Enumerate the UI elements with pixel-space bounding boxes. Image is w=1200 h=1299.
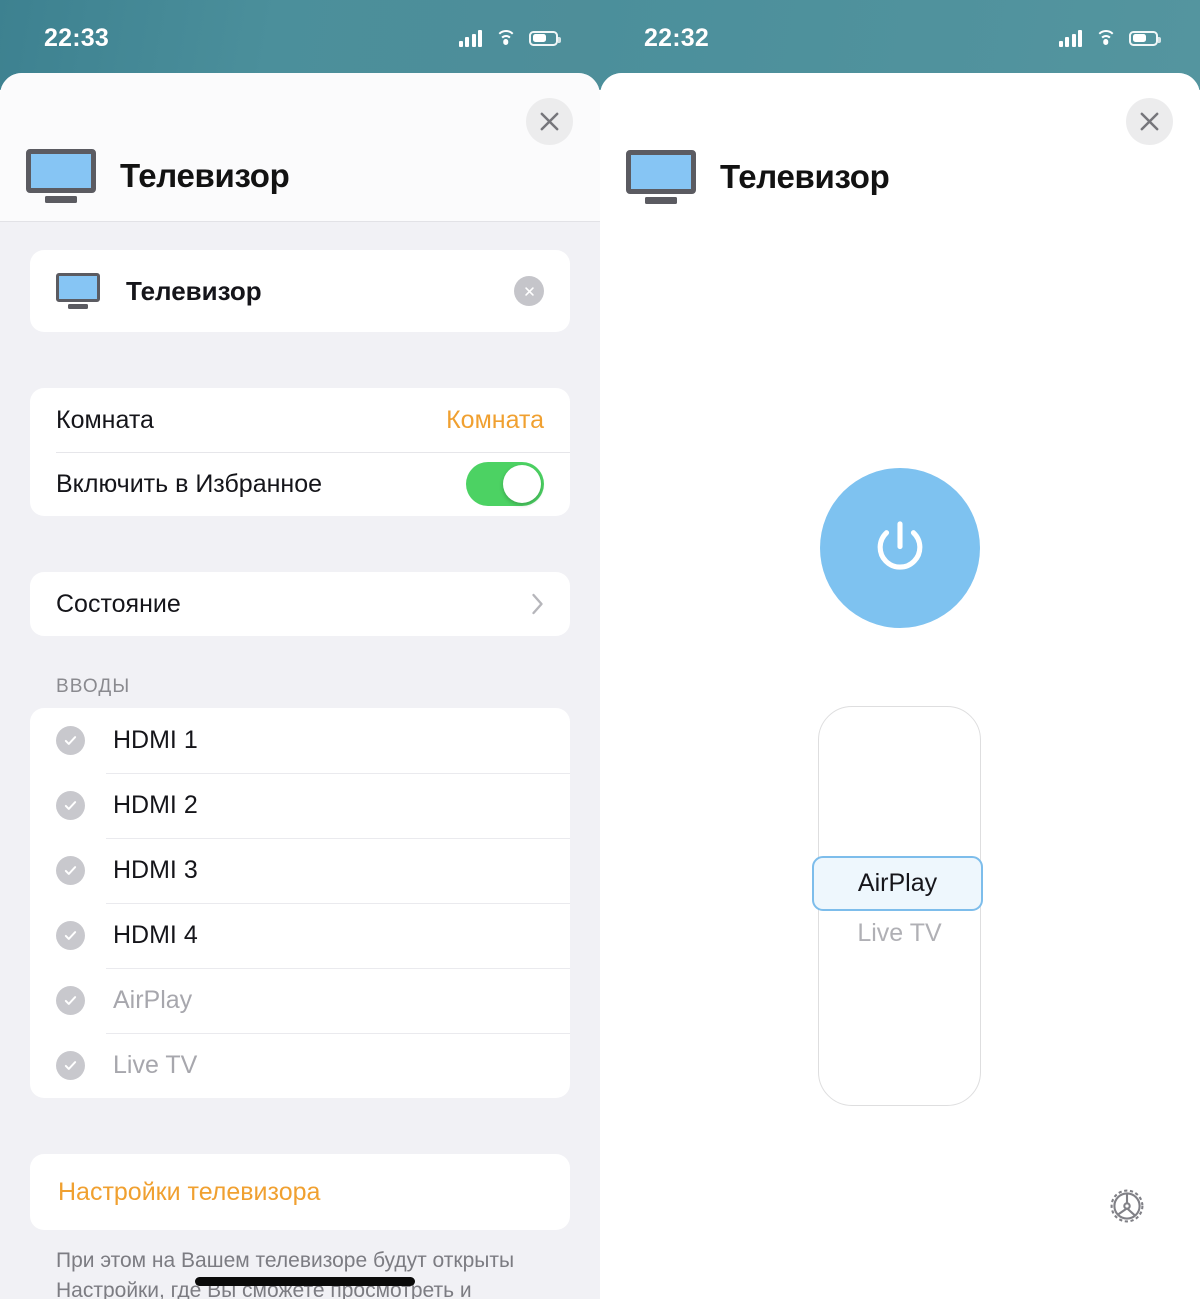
list-item-label: HDMI 2 bbox=[113, 791, 198, 819]
tv-settings-label: Настройки телевизора bbox=[58, 1177, 321, 1206]
status-icons bbox=[1058, 29, 1161, 47]
settings-list[interactable]: Телевизор Комната Комната Включить в Изб… bbox=[0, 222, 600, 1299]
inputs-card: HDMI 1 HDMI 2 HDMI 3 HDMI 4 AirPlay Live… bbox=[30, 708, 570, 1098]
power-icon bbox=[877, 521, 923, 570]
check-icon bbox=[56, 986, 85, 1015]
list-item-label: HDMI 3 bbox=[113, 856, 198, 884]
check-icon bbox=[56, 1051, 85, 1080]
close-button[interactable] bbox=[1126, 98, 1173, 145]
cellular-signal-icon bbox=[458, 29, 482, 47]
cellular-signal-icon bbox=[1058, 29, 1082, 47]
favorite-row[interactable]: Включить в Избранное bbox=[30, 452, 570, 516]
list-item[interactable]: HDMI 2 bbox=[30, 773, 570, 838]
close-icon bbox=[540, 112, 559, 131]
status-icons bbox=[458, 29, 561, 47]
dual-phone-screenshot: 22:33 Телевизор Телевизор Комната Комнат… bbox=[0, 0, 1200, 1299]
check-icon bbox=[56, 726, 85, 755]
list-item-label: HDMI 4 bbox=[113, 921, 198, 949]
device-name-field[interactable]: Телевизор bbox=[30, 250, 570, 332]
battery-icon bbox=[529, 30, 561, 46]
list-item[interactable]: HDMI 1 bbox=[30, 708, 570, 773]
close-button[interactable] bbox=[526, 98, 573, 145]
tv-icon bbox=[26, 149, 96, 203]
tv-icon bbox=[626, 150, 696, 204]
page-title: Телевизор bbox=[720, 158, 890, 195]
gear-icon bbox=[1110, 1189, 1144, 1223]
wifi-icon bbox=[495, 30, 516, 46]
room-favorite-card: Комната Комната Включить в Избранное bbox=[30, 388, 570, 516]
status-card: Состояние bbox=[30, 572, 570, 636]
sheet-header-right: Телевизор bbox=[600, 73, 1200, 222]
list-item[interactable]: HDMI 3 bbox=[30, 838, 570, 903]
room-value: Комната bbox=[446, 405, 544, 434]
status-row[interactable]: Состояние bbox=[30, 572, 570, 636]
favorite-toggle[interactable] bbox=[466, 462, 544, 506]
power-button[interactable] bbox=[820, 468, 980, 628]
status-label: Состояние bbox=[56, 589, 181, 618]
clear-icon[interactable] bbox=[514, 276, 544, 306]
battery-icon bbox=[1129, 30, 1161, 46]
settings-button[interactable] bbox=[1102, 1181, 1152, 1231]
chevron-right-icon bbox=[532, 593, 543, 615]
tv-settings-button[interactable]: Настройки телевизора bbox=[30, 1154, 570, 1230]
right-phone-panel: 22:32 Телевизор AirPlay Live TV bbox=[600, 0, 1200, 1299]
close-icon bbox=[1140, 112, 1159, 131]
remote-controls: AirPlay Live TV bbox=[600, 222, 1200, 1299]
picker-item-airplay[interactable]: AirPlay bbox=[812, 856, 983, 911]
list-item[interactable]: Live TV bbox=[30, 1033, 570, 1098]
device-settings-sheet: Телевизор Телевизор Комната Комната Вклю… bbox=[0, 73, 600, 1299]
room-label: Комната bbox=[56, 405, 154, 434]
sheet-header-left: Телевизор bbox=[0, 73, 600, 222]
check-icon bbox=[56, 791, 85, 820]
check-icon bbox=[56, 856, 85, 885]
list-item-label: Live TV bbox=[113, 1051, 198, 1079]
left-phone-panel: 22:33 Телевизор Телевизор Комната Комнат… bbox=[0, 0, 600, 1299]
inputs-section-header: ВВОДЫ bbox=[56, 676, 131, 697]
sheet-title-row: Телевизор bbox=[26, 149, 290, 203]
list-item-label: HDMI 1 bbox=[113, 726, 198, 754]
status-bar-left: 22:33 bbox=[0, 0, 600, 76]
check-icon bbox=[56, 921, 85, 950]
tv-settings-footnote: При этом на Вашем телевизоре будут откры… bbox=[56, 1249, 515, 1299]
status-bar-right: 22:32 bbox=[600, 0, 1200, 76]
wifi-icon bbox=[1095, 30, 1116, 46]
list-item-label: AirPlay bbox=[113, 986, 193, 1014]
tv-icon bbox=[56, 273, 100, 309]
remote-control-sheet: Телевизор AirPlay Live TV bbox=[600, 73, 1200, 1299]
sheet-title-row: Телевизор bbox=[626, 150, 890, 204]
page-title: Телевизор bbox=[120, 157, 290, 194]
status-time: 22:33 bbox=[44, 23, 109, 52]
picker-item-live-tv[interactable]: Live TV bbox=[819, 911, 980, 956]
list-item[interactable]: HDMI 4 bbox=[30, 903, 570, 968]
device-name-value: Телевизор bbox=[126, 275, 262, 306]
input-picker[interactable]: AirPlay Live TV bbox=[812, 706, 983, 1106]
room-row[interactable]: Комната Комната bbox=[30, 388, 570, 452]
list-item[interactable]: AirPlay bbox=[30, 968, 570, 1033]
home-indicator[interactable] bbox=[195, 1277, 415, 1286]
favorite-label: Включить в Избранное bbox=[56, 469, 323, 498]
status-time: 22:32 bbox=[644, 23, 709, 52]
